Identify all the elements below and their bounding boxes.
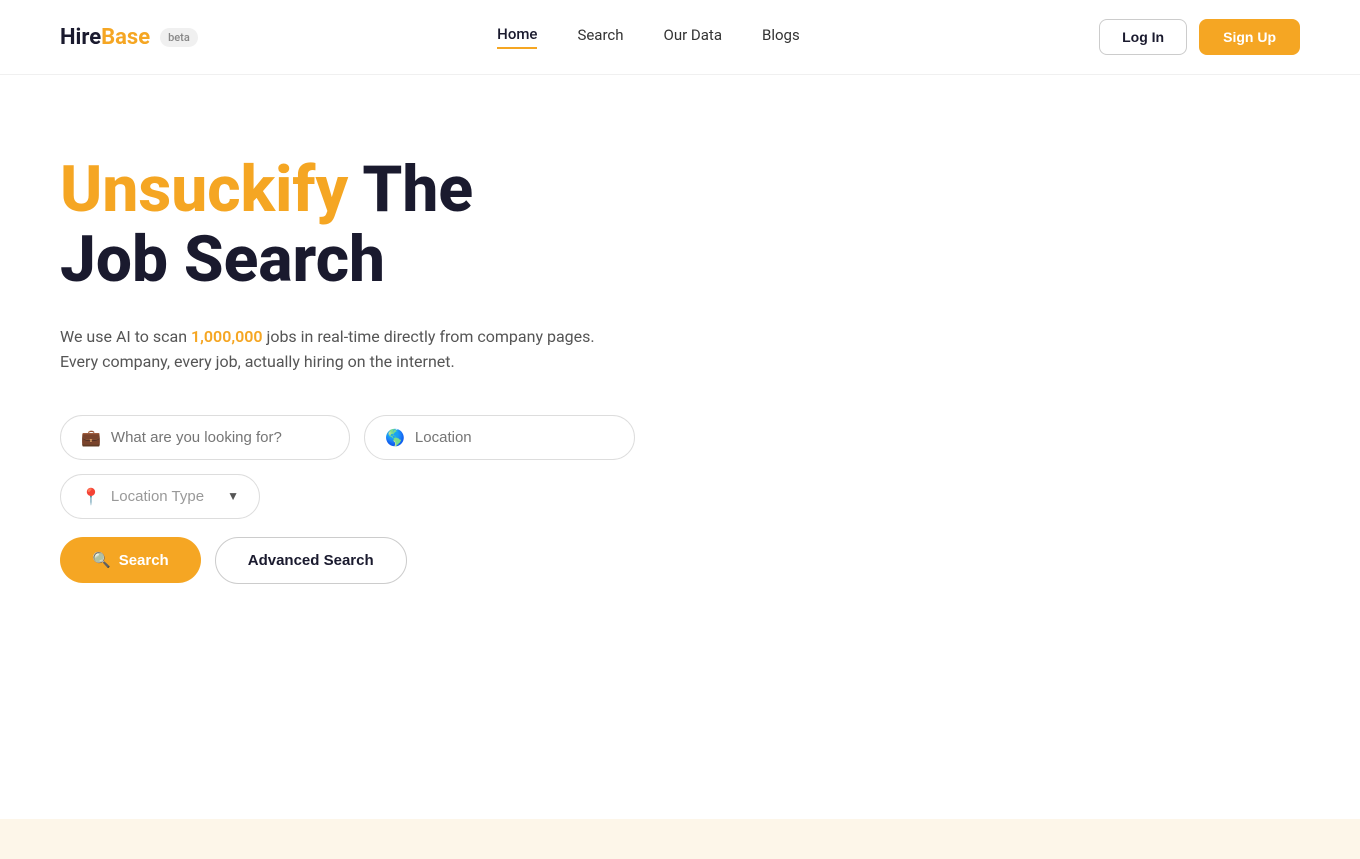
- hero-headline: Unsuckify The Job Search: [60, 155, 640, 296]
- job-search-input[interactable]: [111, 429, 329, 446]
- nav-our-data[interactable]: Our Data: [664, 26, 722, 48]
- button-row: 🔍 Search Advanced Search: [60, 537, 640, 584]
- location-search-wrapper[interactable]: 🌎: [364, 415, 635, 460]
- login-button[interactable]: Log In: [1099, 19, 1187, 55]
- nav-blogs[interactable]: Blogs: [762, 26, 800, 48]
- pin-icon: 📍: [81, 487, 101, 506]
- headline-dark-the: The: [362, 152, 473, 227]
- logo-base: Base: [101, 25, 150, 50]
- bottom-strip: [0, 819, 1360, 859]
- nav-home[interactable]: Home: [497, 25, 537, 49]
- description-number: 1,000,000: [191, 327, 263, 346]
- location-type-wrapper[interactable]: 📍 Location Type Remote On-site Hybrid ▼: [60, 474, 260, 519]
- advanced-search-label: Advanced Search: [248, 552, 374, 569]
- globe-icon: 🌎: [385, 428, 405, 447]
- search-button[interactable]: 🔍 Search: [60, 537, 201, 583]
- signup-button[interactable]: Sign Up: [1199, 19, 1300, 55]
- nav-search[interactable]: Search: [577, 26, 623, 48]
- search-row: 💼 🌎 📍 Location Type Remote On-site Hybri…: [60, 415, 640, 519]
- logo[interactable]: HireBase: [60, 25, 150, 50]
- logo-hire: Hire: [60, 25, 101, 50]
- hero-section: Unsuckify The Job Search We use AI to sc…: [0, 75, 700, 644]
- chevron-down-icon: ▼: [227, 489, 239, 503]
- navbar: HireBase beta Home Search Our Data Blogs…: [0, 0, 1360, 75]
- job-search-wrapper[interactable]: 💼: [60, 415, 350, 460]
- search-icon: 🔍: [92, 551, 111, 569]
- beta-badge: beta: [160, 28, 198, 47]
- description-prefix: We use AI to scan: [60, 327, 191, 346]
- headline-dark-job-search: Job Search: [60, 222, 385, 297]
- briefcase-icon: 💼: [81, 428, 101, 447]
- navbar-left: HireBase beta: [60, 25, 198, 50]
- hero-description: We use AI to scan 1,000,000 jobs in real…: [60, 324, 620, 375]
- headline-orange: Unsuckify: [60, 152, 348, 227]
- search-button-label: Search: [119, 552, 169, 569]
- location-type-select[interactable]: Location Type Remote On-site Hybrid: [111, 488, 217, 505]
- navbar-right: Log In Sign Up: [1099, 19, 1300, 55]
- advanced-search-button[interactable]: Advanced Search: [215, 537, 407, 584]
- location-input[interactable]: [415, 429, 614, 446]
- navbar-center: Home Search Our Data Blogs: [497, 25, 800, 49]
